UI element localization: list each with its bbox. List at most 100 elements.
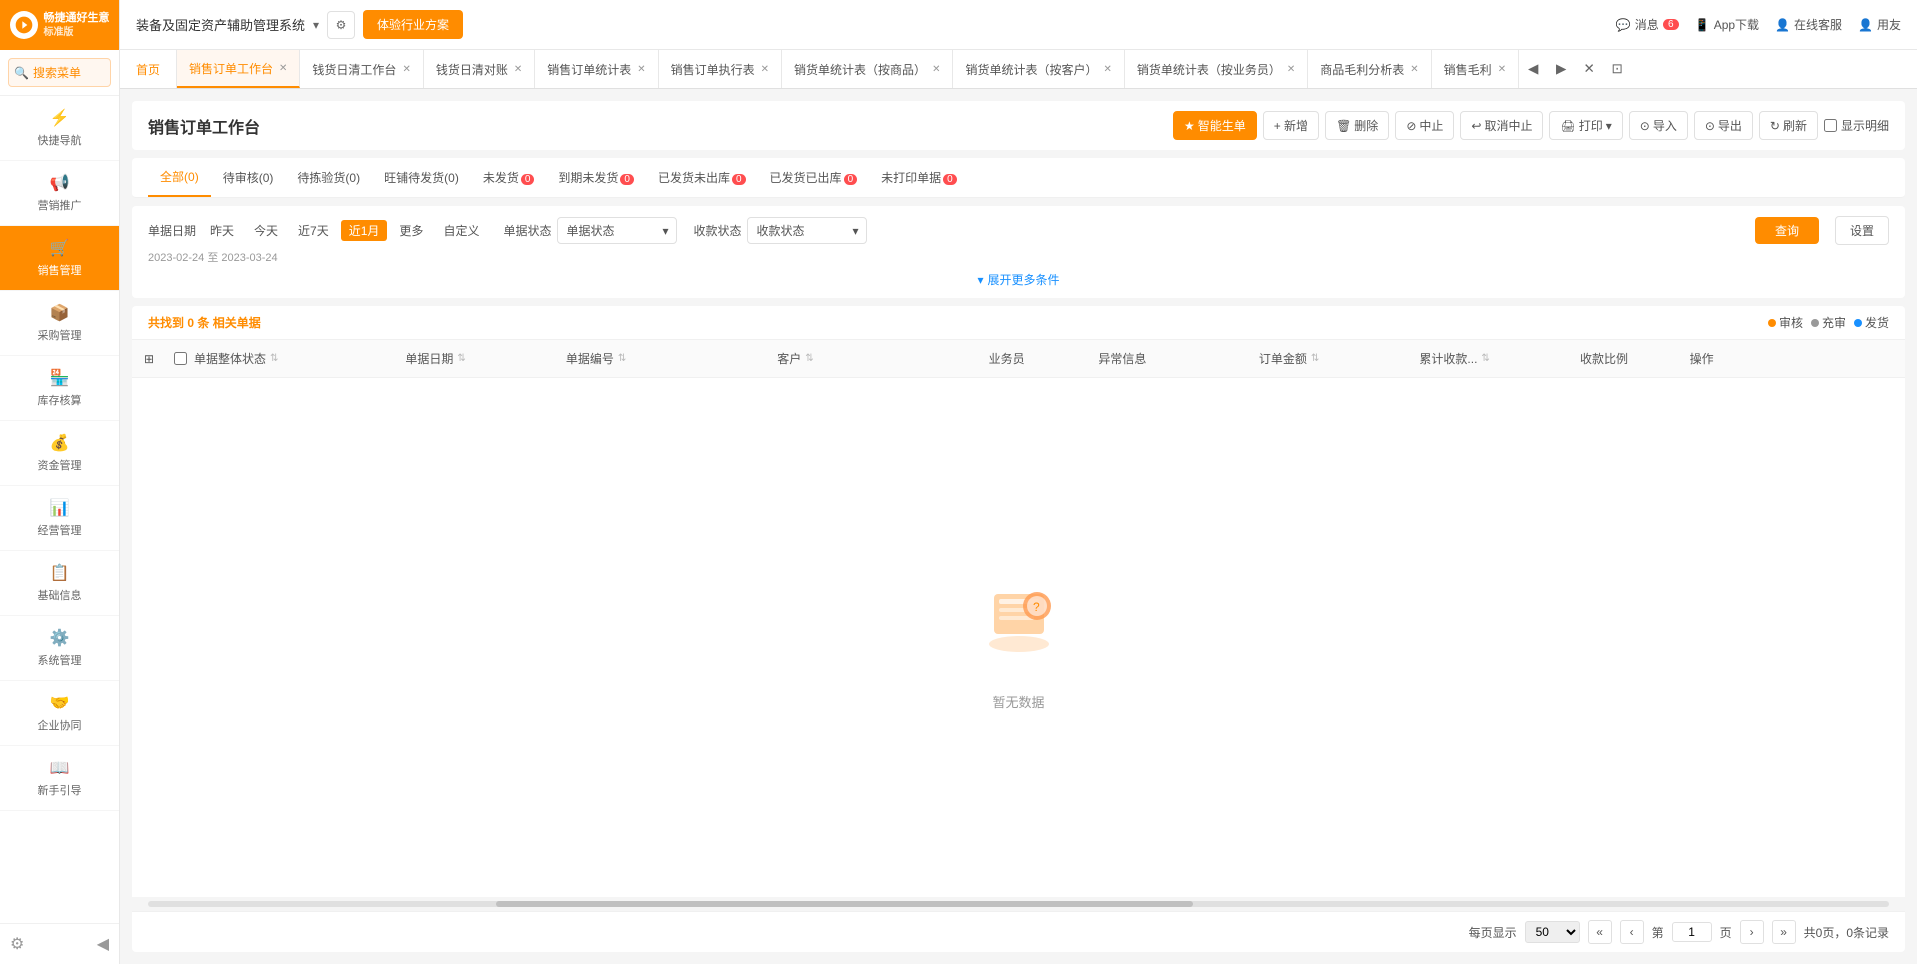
date-option-1month[interactable]: 近1月 xyxy=(341,220,388,241)
overdue-ship-badge: 0 xyxy=(620,174,634,185)
sidebar-settings-icon[interactable]: ⚙ xyxy=(10,934,24,954)
tab-sales-stat[interactable]: 销售订单统计表 ✕ xyxy=(535,50,658,88)
scrollbar-thumb[interactable] xyxy=(496,901,1192,907)
tab-cash-daily[interactable]: 钱货日清工作台 ✕ xyxy=(300,50,423,88)
logo-text: 畅捷通好生意 标准版 xyxy=(44,11,110,38)
tab-close-sales-exec[interactable]: ✕ xyxy=(761,64,769,75)
th-bill-status[interactable]: 单据整体状态 ⇅ xyxy=(190,342,401,375)
th-checkbox[interactable] xyxy=(170,344,190,373)
delete-button[interactable]: 🗑 删除 xyxy=(1325,111,1389,140)
user-menu-button[interactable]: 👤 用友 xyxy=(1858,16,1901,33)
refresh-button[interactable]: ↻ 刷新 xyxy=(1759,111,1818,140)
sidebar-item-sales[interactable]: 🛒 销售管理 xyxy=(0,226,119,291)
tab-close-goods-stat-product[interactable]: ✕ xyxy=(932,64,940,75)
page-input[interactable] xyxy=(1672,922,1712,942)
total-label: 共0页，0条记录 xyxy=(1804,924,1889,941)
sidebar-item-finance[interactable]: 💰 资金管理 xyxy=(0,421,119,486)
sidebar-item-enterprise[interactable]: 🤝 企业协同 xyxy=(0,681,119,746)
page-size-select[interactable]: 50 20 100 xyxy=(1525,921,1580,943)
unreview-action[interactable]: 充审 xyxy=(1811,314,1846,331)
sub-tab-not-printed[interactable]: 未打印单据0 xyxy=(869,159,969,196)
page-last-btn[interactable]: » xyxy=(1772,920,1796,944)
date-option-7days[interactable]: 近7天 xyxy=(290,220,337,241)
th-customer[interactable]: 客户 ⇅ xyxy=(773,342,984,375)
bill-status-select[interactable]: 单据状态 ▾ xyxy=(557,217,677,244)
sidebar-item-guide[interactable]: 📖 新手引导 xyxy=(0,746,119,811)
page-prev-btn[interactable]: ‹ xyxy=(1620,920,1644,944)
page-first-btn[interactable]: « xyxy=(1588,920,1612,944)
tab-close-sales-stat[interactable]: ✕ xyxy=(637,64,645,75)
sidebar-item-inventory[interactable]: 🏪 库存核算 xyxy=(0,356,119,421)
cancel-stop-button[interactable]: ↩ 取消中止 xyxy=(1460,111,1543,140)
sub-tab-shipped-out[interactable]: 已发货已出库0 xyxy=(758,159,870,196)
tab-nav-next[interactable]: ▶ xyxy=(1547,50,1575,88)
th-bill-no[interactable]: 单据编号 ⇅ xyxy=(562,342,773,375)
th-received[interactable]: 累计收款... ⇅ xyxy=(1415,342,1576,375)
review-action[interactable]: 审核 xyxy=(1768,314,1803,331)
tab-sales-workbench[interactable]: 销售订单工作台 ✕ xyxy=(177,50,300,88)
add-button[interactable]: + 新增 xyxy=(1263,111,1319,140)
tab-goods-stat-staff[interactable]: 销货单统计表（按业务员） ✕ xyxy=(1125,50,1308,88)
star-icon: ★ xyxy=(1184,119,1195,133)
th-bill-date[interactable]: 单据日期 ⇅ xyxy=(401,342,562,375)
tab-sales-gross[interactable]: 销售毛利 ✕ xyxy=(1432,50,1519,88)
message-button[interactable]: 💬 消息 6 xyxy=(1616,16,1679,33)
system-dropdown[interactable]: ▾ xyxy=(313,18,319,32)
tab-home[interactable]: 首页 xyxy=(120,50,177,88)
sub-tab-shipped-not-out[interactable]: 已发货未出库0 xyxy=(646,159,758,196)
tab-close-goods-stat-staff[interactable]: ✕ xyxy=(1287,64,1295,75)
page-next-btn[interactable]: › xyxy=(1740,920,1764,944)
sub-tab-overdue-ship[interactable]: 到期未发货0 xyxy=(546,159,646,196)
tab-close-all[interactable]: ✕ xyxy=(1575,50,1603,88)
th-amount[interactable]: 订单金额 ⇅ xyxy=(1255,342,1416,375)
smart-create-button[interactable]: ★ 智能生单 xyxy=(1173,111,1257,140)
sidebar-item-operation[interactable]: 📊 经营管理 xyxy=(0,486,119,551)
sidebar-item-quick-nav[interactable]: ⚡ 快捷导航 xyxy=(0,96,119,161)
tab-close-cash-reconcile[interactable]: ✕ xyxy=(514,64,522,75)
tab-close-sales-workbench[interactable]: ✕ xyxy=(279,63,287,74)
sub-tab-pending-check[interactable]: 待拣验货(0) xyxy=(285,159,372,196)
sidebar-item-basic[interactable]: 📋 基础信息 xyxy=(0,551,119,616)
experience-industry-button[interactable]: 体验行业方案 xyxy=(363,10,463,39)
date-option-yesterday[interactable]: 昨天 xyxy=(202,220,242,241)
horizontal-scrollbar[interactable] xyxy=(132,897,1905,911)
online-service-button[interactable]: 👤 在线客服 xyxy=(1775,16,1842,33)
tab-close-sales-gross[interactable]: ✕ xyxy=(1498,64,1506,75)
tab-nav-prev[interactable]: ◀ xyxy=(1519,50,1547,88)
search-menu-button[interactable]: 🔍 搜索菜单 xyxy=(8,58,111,87)
tab-sales-exec[interactable]: 销售订单执行表 ✕ xyxy=(659,50,782,88)
tab-close-goods-stat-customer[interactable]: ✕ xyxy=(1103,64,1111,75)
date-option-today[interactable]: 今天 xyxy=(246,220,286,241)
date-option-custom[interactable]: 自定义 xyxy=(435,220,487,241)
show-detail-checkbox-label[interactable]: 显示明细 xyxy=(1824,117,1889,134)
tab-close-cash-daily[interactable]: ✕ xyxy=(402,64,410,75)
sub-tab-not-shipped[interactable]: 未发货0 xyxy=(471,159,547,196)
tab-close-goods-margin[interactable]: ✕ xyxy=(1410,64,1418,75)
tab-goods-margin[interactable]: 商品毛利分析表 ✕ xyxy=(1308,50,1431,88)
export-button[interactable]: ⊙ 导出 xyxy=(1694,111,1753,140)
set-button[interactable]: 设置 xyxy=(1835,216,1889,245)
query-button[interactable]: 查询 xyxy=(1755,217,1819,244)
tab-goods-stat-product[interactable]: 销货单统计表（按商品） ✕ xyxy=(782,50,953,88)
tab-expand[interactable]: ⊡ xyxy=(1603,50,1631,88)
app-download-button[interactable]: 📱 App下载 xyxy=(1695,16,1759,33)
tab-cash-reconcile[interactable]: 钱货日清对账 ✕ xyxy=(424,50,535,88)
show-detail-checkbox[interactable] xyxy=(1824,119,1837,132)
select-all-checkbox[interactable] xyxy=(174,352,187,365)
sidebar-collapse-icon[interactable]: ◀ xyxy=(97,934,109,954)
import-button[interactable]: ⊙ 导入 xyxy=(1629,111,1688,140)
ship-action[interactable]: 发货 xyxy=(1854,314,1889,331)
topbar-settings-button[interactable]: ⚙ xyxy=(327,11,355,39)
sub-tab-pending-review[interactable]: 待审核(0) xyxy=(211,159,286,196)
sub-tab-wangpu-ship[interactable]: 旺铺待发货(0) xyxy=(372,159,471,196)
print-button[interactable]: 🖨 打印 ▾ xyxy=(1549,111,1622,140)
date-option-more[interactable]: 更多 xyxy=(391,220,431,241)
sub-tab-all[interactable]: 全部(0) xyxy=(148,158,211,197)
expand-filter-button[interactable]: ▾ 展开更多条件 xyxy=(977,271,1059,288)
sidebar-item-system[interactable]: ⚙️ 系统管理 xyxy=(0,616,119,681)
sidebar-item-purchase[interactable]: 📦 采购管理 xyxy=(0,291,119,356)
payment-status-select[interactable]: 收款状态 ▾ xyxy=(747,217,867,244)
sidebar-item-marketing[interactable]: 📢 营销推广 xyxy=(0,161,119,226)
tab-goods-stat-customer[interactable]: 销货单统计表（按客户） ✕ xyxy=(953,50,1124,88)
stop-button[interactable]: ⊘ 中止 xyxy=(1395,111,1454,140)
